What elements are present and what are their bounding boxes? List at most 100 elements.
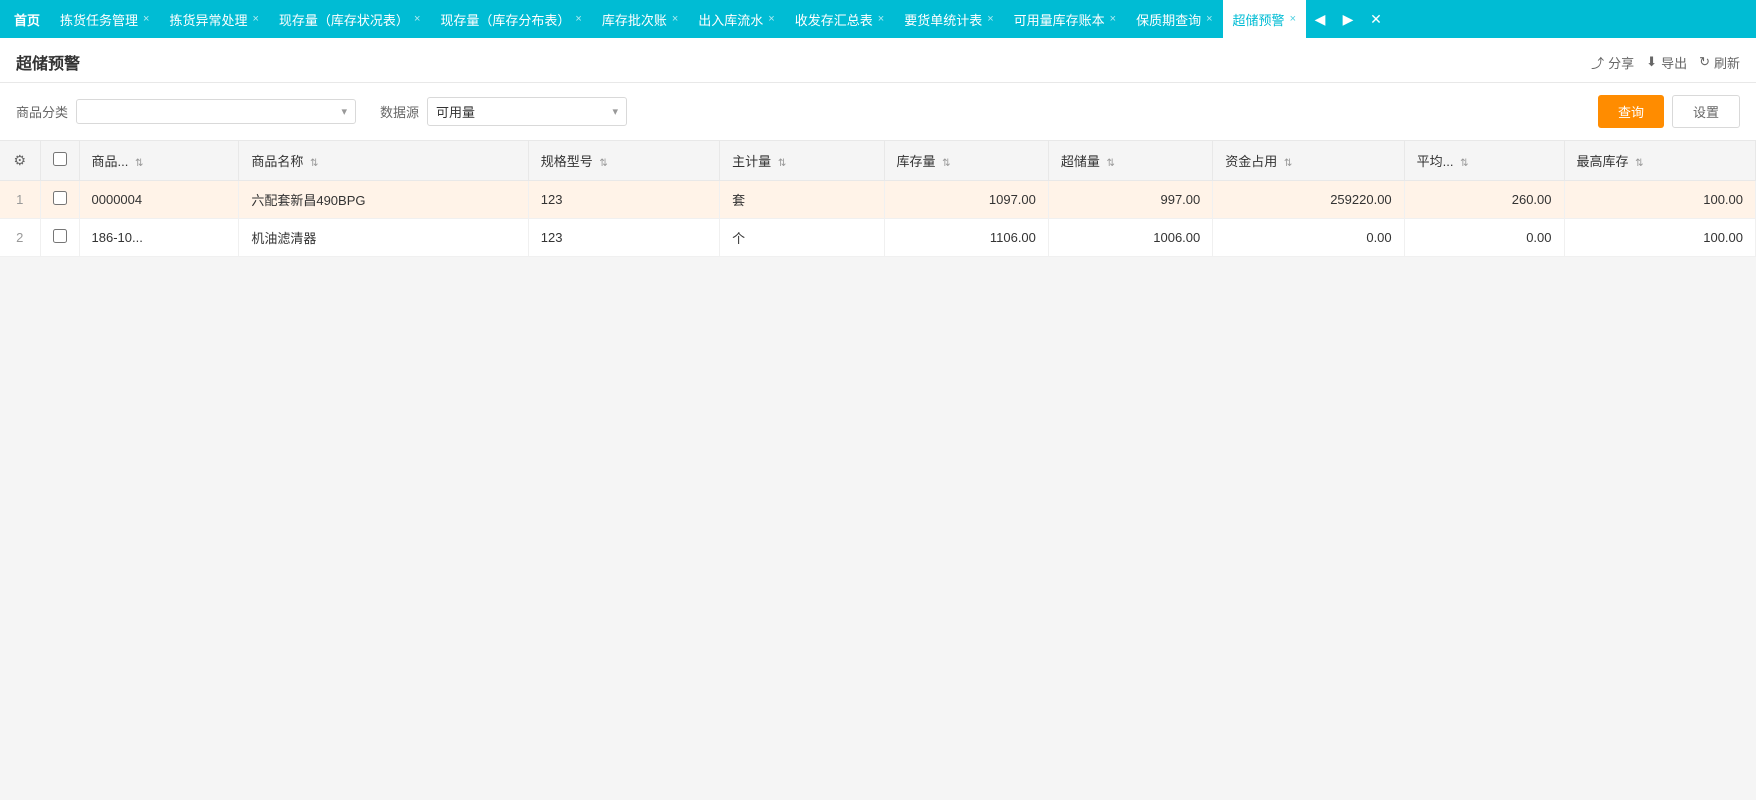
- cell-name: 机油滤清器: [239, 219, 528, 257]
- col-name[interactable]: 商品名称 ⇅: [239, 141, 528, 181]
- checkbox-col-header: [40, 141, 79, 181]
- row-checkbox-cell: [40, 181, 79, 219]
- cell-spec: 123: [528, 181, 719, 219]
- data-table: ⚙ 商品... ⇅ 商品名称 ⇅ 规格型号 ⇅ 主计量: [0, 141, 1756, 257]
- category-filter: 商品分类 ▾: [16, 99, 356, 124]
- cell-spec: 123: [528, 219, 719, 257]
- sort-icon: ⇅: [1460, 158, 1468, 169]
- sort-icon: ⇅: [1107, 158, 1115, 169]
- col-unit[interactable]: 主计量 ⇅: [720, 141, 884, 181]
- cell-avg: 0.00: [1404, 219, 1564, 257]
- col-stock[interactable]: 库存量 ⇅: [884, 141, 1048, 181]
- cell-max-stock: 100.00: [1564, 181, 1756, 219]
- cell-overstock: 997.00: [1048, 181, 1212, 219]
- nav-tab-8[interactable]: 可用量库存账本 ×: [1004, 0, 1126, 38]
- share-button[interactable]: ⤴ 分享: [1591, 53, 1634, 72]
- close-icon[interactable]: ×: [768, 13, 774, 25]
- sort-icon: ⇅: [135, 158, 143, 169]
- close-icon[interactable]: ×: [1206, 13, 1212, 25]
- cell-unit: 套: [720, 181, 884, 219]
- nav-tab-4[interactable]: 库存批次账 ×: [592, 0, 688, 38]
- close-icon[interactable]: ×: [414, 13, 420, 25]
- nav-bar: 首页 拣货任务管理 × 拣货异常处理 × 现存量（库存状况表） × 现存量（库存…: [0, 0, 1756, 38]
- filter-actions: 查询 设置: [1598, 95, 1740, 128]
- sort-icon: ⇅: [1284, 158, 1292, 169]
- page-title: 超储预警: [16, 50, 80, 74]
- cell-max-stock: 100.00: [1564, 219, 1756, 257]
- close-icon[interactable]: ×: [1110, 13, 1116, 25]
- nav-tab-1[interactable]: 拣货异常处理 ×: [159, 0, 268, 38]
- refresh-icon: ↻: [1699, 54, 1710, 70]
- category-label: 商品分类: [16, 102, 68, 121]
- sort-icon: ⇅: [1635, 158, 1643, 169]
- col-spec[interactable]: 规格型号 ⇅: [528, 141, 719, 181]
- nav-tab-0[interactable]: 拣货任务管理 ×: [50, 0, 159, 38]
- nav-expand-arrow[interactable]: ✕: [1362, 0, 1390, 38]
- close-icon[interactable]: ×: [143, 13, 149, 25]
- table-container: ⚙ 商品... ⇅ 商品名称 ⇅ 规格型号 ⇅ 主计量: [0, 141, 1756, 257]
- close-icon[interactable]: ×: [878, 13, 884, 25]
- cell-stock: 1097.00: [884, 181, 1048, 219]
- nav-tab-3[interactable]: 现存量（库存分布表） ×: [430, 0, 591, 38]
- col-avg[interactable]: 平均... ⇅: [1404, 141, 1564, 181]
- sort-icon: ⇅: [778, 158, 786, 169]
- datasource-filter: 数据源 可用量 ▾: [380, 97, 627, 126]
- datasource-select[interactable]: 可用量 ▾: [427, 97, 627, 126]
- close-icon[interactable]: ×: [252, 13, 258, 25]
- sort-icon: ⇅: [599, 158, 607, 169]
- select-all-checkbox[interactable]: [53, 152, 67, 166]
- cell-stock: 1106.00: [884, 219, 1048, 257]
- cell-code: 0000004: [79, 181, 239, 219]
- close-icon[interactable]: ×: [672, 13, 678, 25]
- nav-right-arrow[interactable]: ▶: [1334, 0, 1362, 38]
- nav-tab-5[interactable]: 出入库流水 ×: [688, 0, 784, 38]
- nav-tab-7[interactable]: 要货单统计表 ×: [894, 0, 1003, 38]
- col-code[interactable]: 商品... ⇅: [79, 141, 239, 181]
- cell-capital: 0.00: [1213, 219, 1404, 257]
- cell-code: 186-10...: [79, 219, 239, 257]
- row-checkbox-cell: [40, 219, 79, 257]
- col-capital[interactable]: 资金占用 ⇅: [1213, 141, 1404, 181]
- gear-icon[interactable]: ⚙: [13, 152, 26, 168]
- cell-unit: 个: [720, 219, 884, 257]
- query-button[interactable]: 查询: [1598, 95, 1664, 128]
- settings-button[interactable]: 设置: [1672, 95, 1740, 128]
- nav-home[interactable]: 首页: [4, 0, 50, 38]
- close-icon[interactable]: ×: [987, 13, 993, 25]
- refresh-button[interactable]: ↻ 刷新: [1699, 53, 1740, 72]
- cell-name: 六配套新昌490BPG: [239, 181, 528, 219]
- col-overstock[interactable]: 超储量 ⇅: [1048, 141, 1212, 181]
- col-max-stock[interactable]: 最高库存 ⇅: [1564, 141, 1756, 181]
- category-select[interactable]: ▾: [76, 99, 356, 124]
- share-icon: ⤴: [1591, 53, 1604, 72]
- filter-area: 商品分类 ▾ 数据源 可用量 ▾ 查询 设置: [0, 83, 1756, 141]
- sort-icon: ⇅: [310, 158, 318, 169]
- export-button[interactable]: ⬇ 导出: [1646, 53, 1687, 72]
- nav-tab-9[interactable]: 保质期查询 ×: [1126, 0, 1222, 38]
- row-checkbox[interactable]: [53, 191, 67, 205]
- cell-overstock: 1006.00: [1048, 219, 1212, 257]
- table-row: 2 186-10... 机油滤清器 123 个 1106.00 1006.00 …: [0, 219, 1756, 257]
- row-number: 1: [0, 181, 40, 219]
- export-icon: ⬇: [1646, 54, 1657, 70]
- close-icon[interactable]: ×: [1290, 13, 1296, 25]
- header-actions: ⤴ 分享 ⬇ 导出 ↻ 刷新: [1591, 53, 1740, 72]
- cell-capital: 259220.00: [1213, 181, 1404, 219]
- table-row: 1 0000004 六配套新昌490BPG 123 套 1097.00 997.…: [0, 181, 1756, 219]
- nav-left-arrow[interactable]: ◀: [1306, 0, 1334, 38]
- row-checkbox[interactable]: [53, 229, 67, 243]
- table-header-row: ⚙ 商品... ⇅ 商品名称 ⇅ 规格型号 ⇅ 主计量: [0, 141, 1756, 181]
- nav-tab-2[interactable]: 现存量（库存状况表） ×: [269, 0, 430, 38]
- cell-avg: 260.00: [1404, 181, 1564, 219]
- settings-col-header: ⚙: [0, 141, 40, 181]
- datasource-value: 可用量: [436, 102, 475, 121]
- sort-icon: ⇅: [942, 158, 950, 169]
- chevron-down-icon: ▾: [613, 105, 619, 118]
- chevron-down-icon: ▾: [341, 105, 347, 118]
- datasource-label: 数据源: [380, 102, 419, 121]
- close-icon[interactable]: ×: [575, 13, 581, 25]
- nav-tab-10[interactable]: 超储预警 ×: [1223, 0, 1306, 38]
- category-select-text: [85, 104, 89, 119]
- nav-tab-6[interactable]: 收发存汇总表 ×: [785, 0, 894, 38]
- page-header: 超储预警 ⤴ 分享 ⬇ 导出 ↻ 刷新: [0, 38, 1756, 83]
